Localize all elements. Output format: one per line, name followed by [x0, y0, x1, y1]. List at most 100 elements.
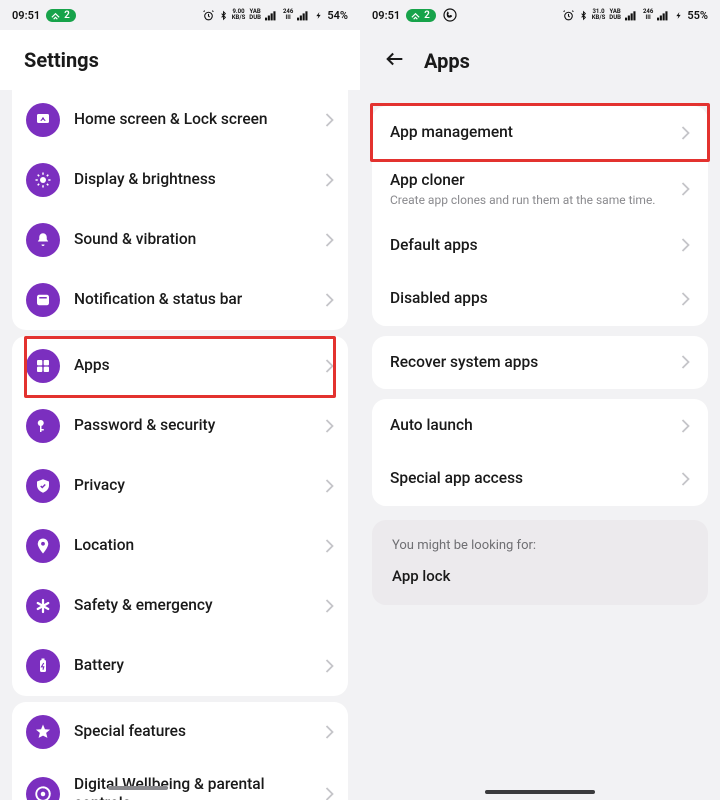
brightness-icon — [26, 163, 60, 197]
status-time: 09:51 — [372, 9, 400, 22]
net-label-2: 246III — [283, 9, 293, 21]
net-label-2: 246III — [643, 9, 653, 21]
star-icon — [26, 715, 60, 749]
wifi-activity-pill: 2 — [46, 9, 76, 22]
privacy-icon — [26, 469, 60, 503]
status-bar: 09:51 2 9.00KB/S YABDUB 246III 54% — [0, 0, 360, 30]
row-special-app-access[interactable]: Special app access — [372, 452, 708, 505]
chevron-right-icon — [681, 182, 690, 196]
settings-group-more: Special features Digital Wellbeing & par… — [12, 702, 348, 800]
nav-indicator — [485, 790, 595, 794]
asterisk-icon — [26, 589, 60, 623]
chevron-right-icon — [325, 293, 334, 307]
wellbeing-icon — [26, 777, 60, 800]
apps-group-recover: Recover system apps — [372, 336, 708, 389]
chevron-right-icon — [325, 479, 334, 493]
chevron-right-icon — [325, 113, 334, 127]
chevron-right-icon — [325, 539, 334, 553]
suggestion-item-app-lock[interactable]: App lock — [392, 567, 688, 585]
row-label: Home screen & Lock screen — [74, 110, 311, 129]
page-title: Apps — [424, 49, 470, 73]
settings-group-display: Home screen & Lock screen Display & brig… — [12, 90, 348, 330]
row-label: Auto launch — [390, 416, 669, 435]
net-label-1: YABDUB — [609, 9, 621, 21]
chevron-right-icon — [325, 233, 334, 247]
battery-text: 55% — [687, 9, 708, 22]
row-label: Privacy — [74, 476, 311, 495]
row-apps[interactable]: Apps — [12, 336, 348, 396]
apps-group-main: App management App cloner Create app clo… — [372, 106, 708, 326]
chevron-right-icon — [681, 472, 690, 486]
row-password-security[interactable]: Password & security — [12, 396, 348, 456]
chevron-right-icon — [325, 599, 334, 613]
row-label: Notification & status bar — [74, 290, 311, 309]
row-label: App management — [390, 123, 669, 142]
apps-icon — [26, 349, 60, 383]
row-sound-vibration[interactable]: Sound & vibration — [12, 210, 348, 270]
data-speed: 31.0KB/S — [592, 9, 606, 21]
location-icon — [26, 529, 60, 563]
row-label: Location — [74, 536, 311, 555]
row-notification-statusbar[interactable]: Notification & status bar — [12, 270, 348, 330]
battery-icon — [26, 649, 60, 683]
row-label: Recover system apps — [390, 353, 669, 372]
row-disabled-apps[interactable]: Disabled apps — [372, 272, 708, 325]
row-display-brightness[interactable]: Display & brightness — [12, 150, 348, 210]
chevron-right-icon — [325, 173, 334, 187]
bolt-icon — [675, 9, 683, 22]
bluetooth-icon — [579, 9, 588, 22]
battery-text: 54% — [327, 9, 348, 22]
row-location[interactable]: Location — [12, 516, 348, 576]
suggestion-card: You might be looking for: App lock — [372, 520, 708, 605]
alarm-icon — [562, 9, 575, 22]
alarm-icon — [202, 9, 215, 22]
bolt-icon — [315, 9, 323, 22]
row-label: App cloner — [390, 171, 669, 190]
row-label: Battery — [74, 656, 311, 675]
wifi-activity-pill: 2 — [406, 9, 436, 22]
row-privacy[interactable]: Privacy — [12, 456, 348, 516]
header: Settings — [0, 30, 360, 90]
suggestion-title: You might be looking for: — [392, 538, 688, 553]
row-label: Default apps — [390, 236, 669, 255]
row-battery[interactable]: Battery — [12, 636, 348, 696]
bell-icon — [26, 223, 60, 257]
home-lock-icon — [26, 103, 60, 137]
chevron-right-icon — [325, 419, 334, 433]
row-label: Disabled apps — [390, 289, 669, 308]
row-special-features[interactable]: Special features — [12, 702, 348, 762]
chevron-right-icon — [681, 126, 690, 140]
back-button[interactable] — [384, 48, 406, 74]
key-icon — [26, 409, 60, 443]
chevron-right-icon — [681, 238, 690, 252]
row-label: Safety & emergency — [74, 596, 311, 615]
row-safety-emergency[interactable]: Safety & emergency — [12, 576, 348, 636]
row-app-management[interactable]: App management — [372, 106, 708, 159]
whatsapp-icon — [442, 7, 458, 23]
row-digital-wellbeing[interactable]: Digital Wellbeing & parental controls — [12, 762, 348, 800]
chevron-right-icon — [681, 292, 690, 306]
row-auto-launch[interactable]: Auto launch — [372, 399, 708, 452]
header: Apps — [360, 30, 720, 92]
settings-group-system: Apps Password & security Privacy — [12, 336, 348, 696]
signal-icon — [265, 10, 279, 21]
row-recover-system-apps[interactable]: Recover system apps — [372, 336, 708, 389]
bluetooth-icon — [219, 9, 228, 22]
row-label: Display & brightness — [74, 170, 311, 189]
data-speed: 9.00KB/S — [232, 9, 246, 21]
status-time: 09:51 — [12, 9, 40, 22]
nav-indicator — [108, 786, 168, 790]
page-title: Settings — [24, 48, 99, 72]
chevron-right-icon — [681, 355, 690, 369]
row-app-cloner[interactable]: App cloner Create app clones and run the… — [372, 159, 708, 218]
net-label-1: YABDUB — [249, 9, 261, 21]
row-label: Sound & vibration — [74, 230, 311, 249]
row-default-apps[interactable]: Default apps — [372, 219, 708, 272]
row-label: Special features — [74, 722, 311, 741]
row-label: Apps — [74, 356, 311, 375]
row-home-lock[interactable]: Home screen & Lock screen — [12, 90, 348, 150]
row-subtitle: Create app clones and run them at the sa… — [390, 193, 669, 207]
signal-icon-2 — [297, 10, 311, 21]
signal-icon — [625, 10, 639, 21]
chevron-right-icon — [681, 419, 690, 433]
